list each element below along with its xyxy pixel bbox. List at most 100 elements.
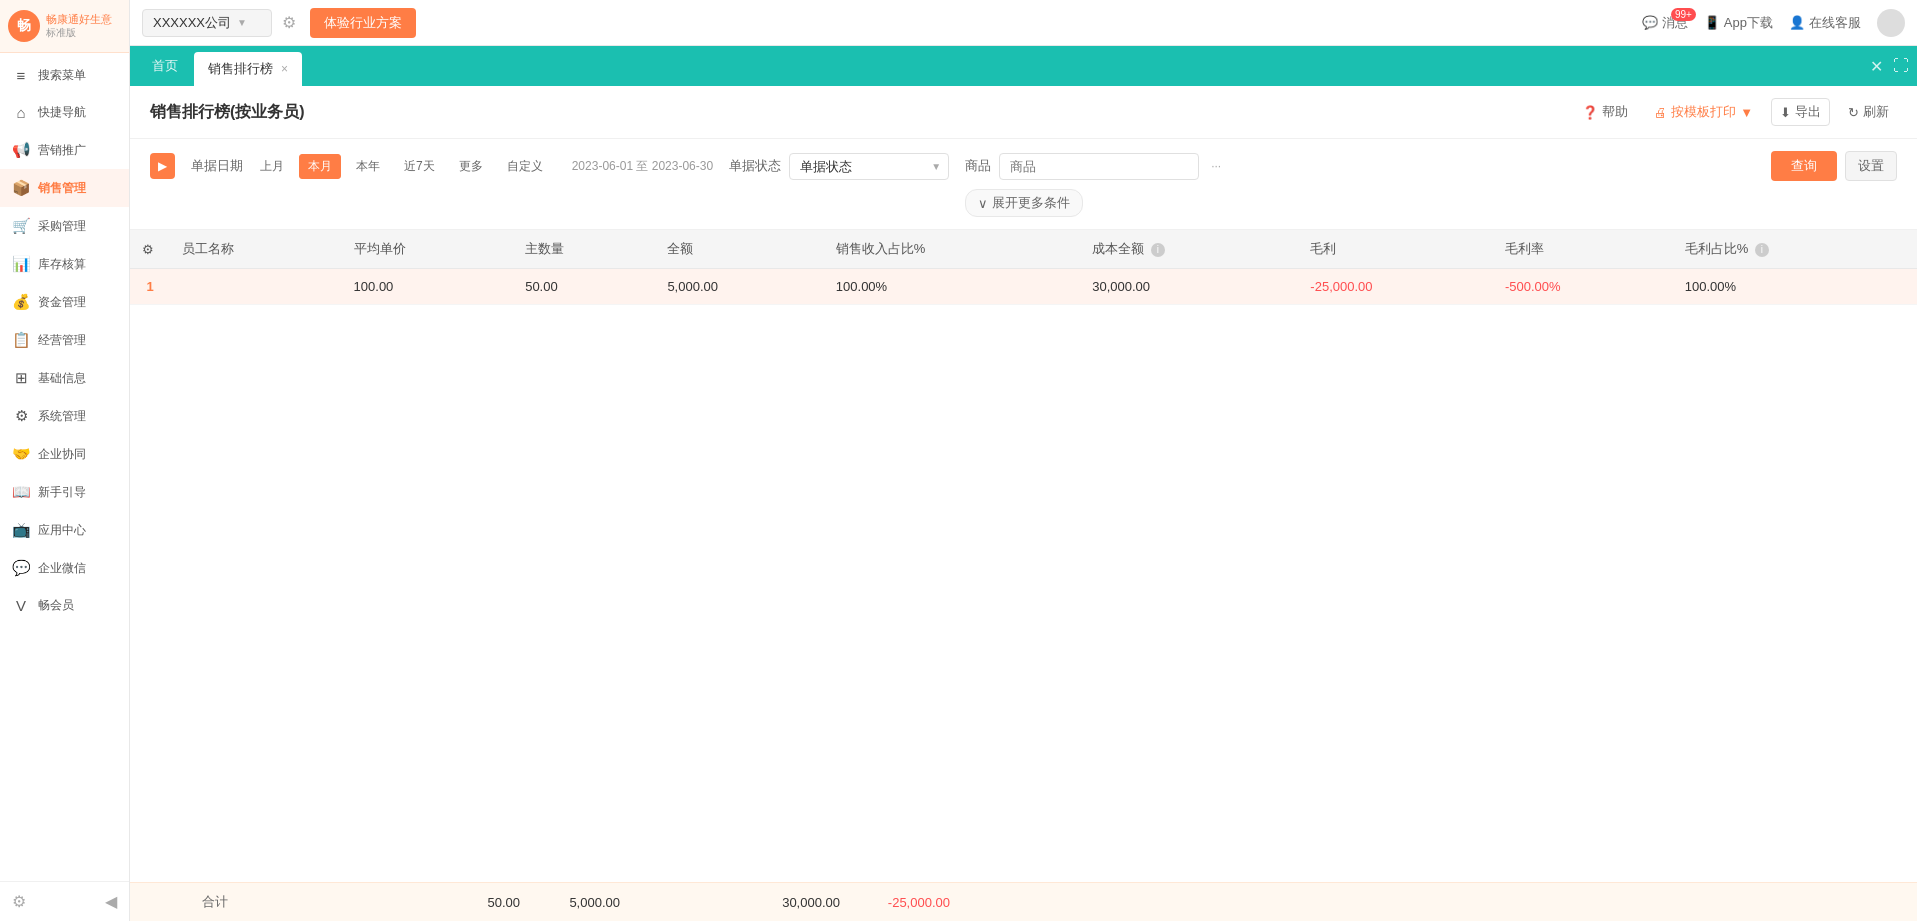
- sidebar-logo: 畅 畅康通好生意 标准版: [0, 0, 129, 53]
- setting-button[interactable]: 设置: [1845, 151, 1897, 181]
- sidebar-item-enterprise[interactable]: 🤝 企业协同: [0, 435, 129, 473]
- expand-more-row: ∨ 展开更多条件: [150, 189, 1897, 217]
- sidebar-item-purchase[interactable]: 🛒 采购管理: [0, 207, 129, 245]
- sidebar-item-marketing[interactable]: 📢 营销推广: [0, 131, 129, 169]
- data-table: ⚙ 员工名称 平均单价 主数量 全额 销售收入占比% 成本全额 i 毛利 毛利率…: [130, 230, 1917, 305]
- refresh-button[interactable]: ↻ 刷新: [1840, 99, 1897, 125]
- company-name: XXXXXX公司: [153, 14, 231, 32]
- filter-area: ▶ 单据日期 上月 本月 本年 近7天 更多 自定义 2023-06-01 至 …: [130, 139, 1917, 230]
- sidebar-label-newbie: 新手引导: [38, 484, 86, 501]
- cell-gross-rate: -500.00%: [1493, 269, 1673, 305]
- table-row: 1 100.00 50.00 5,000.00 100.00% 30,000.0…: [130, 269, 1917, 305]
- sidebar-item-search[interactable]: ≡ 搜索菜单: [0, 57, 129, 94]
- tabbar-controls: ✕ ⛶: [1870, 57, 1909, 76]
- sidebar-item-inventory[interactable]: 📊 库存核算: [0, 245, 129, 283]
- sidebar-label-enterprise: 企业协同: [38, 446, 86, 463]
- status-select[interactable]: 单据状态: [789, 153, 949, 180]
- sidebar-item-quicknav[interactable]: ⌂ 快捷导航: [0, 94, 129, 131]
- sales-icon: 📦: [12, 179, 30, 197]
- sidebar-item-appcenter[interactable]: 📺 应用中心: [0, 511, 129, 549]
- sidebar-item-operation[interactable]: 📋 经营管理: [0, 321, 129, 359]
- tab-maximize-icon[interactable]: ⛶: [1893, 57, 1909, 75]
- logo-icon: 畅: [8, 10, 40, 42]
- footer-gross: -25,000.00: [852, 895, 962, 910]
- sidebar-label-marketing: 营销推广: [38, 142, 86, 159]
- app-download-button[interactable]: 📱 App下载: [1704, 14, 1773, 32]
- company-selector[interactable]: XXXXXX公司 ▼: [142, 9, 272, 37]
- cost-info-icon[interactable]: i: [1151, 243, 1165, 257]
- app-icon: 📱: [1704, 15, 1720, 30]
- th-name: 员工名称: [170, 230, 342, 269]
- th-settings: ⚙: [130, 230, 170, 269]
- cell-gross-pct: 100.00%: [1673, 269, 1917, 305]
- filter-row: ▶ 单据日期 上月 本月 本年 近7天 更多 自定义 2023-06-01 至 …: [150, 151, 1897, 181]
- date-btn-this-month[interactable]: 本月: [299, 154, 341, 179]
- template-print-button[interactable]: 🖨 按模板打印 ▼: [1646, 99, 1761, 125]
- gross-pct-info-icon[interactable]: i: [1755, 243, 1769, 257]
- tab-close-icon[interactable]: ×: [281, 62, 288, 76]
- print-label: 按模板打印: [1671, 103, 1736, 121]
- sidebar-bottom: ⚙ ◀: [0, 881, 129, 921]
- date-btn-this-year[interactable]: 本年: [347, 154, 389, 179]
- date-btn-custom[interactable]: 自定义: [498, 154, 552, 179]
- sidebar-item-wechat[interactable]: 💬 企业微信: [0, 549, 129, 587]
- th-gross-pct: 毛利占比% i: [1673, 230, 1917, 269]
- service-label: 在线客服: [1809, 14, 1861, 32]
- date-range-display: 2023-06-01 至 2023-06-30: [572, 158, 713, 175]
- filter-expand-icon[interactable]: ▶: [150, 153, 175, 179]
- expand-more-button[interactable]: ∨ 展开更多条件: [965, 189, 1083, 217]
- date-btn-more[interactable]: 更多: [450, 154, 492, 179]
- sidebar-item-sales[interactable]: 📦 销售管理: [0, 169, 129, 207]
- footer-qty: 50.00: [452, 895, 532, 910]
- more-fields-icon[interactable]: ···: [1211, 159, 1221, 173]
- sidebar-items: ≡ 搜索菜单 ⌂ 快捷导航 📢 营销推广 📦 销售管理 🛒 采购管理 📊 库存核…: [0, 53, 129, 881]
- th-amount: 全额: [655, 230, 823, 269]
- date-btn-last-month[interactable]: 上月: [251, 154, 293, 179]
- settings-bottom-icon[interactable]: ⚙: [12, 892, 26, 911]
- th-avg-price: 平均单价: [342, 230, 514, 269]
- tab-close-window-icon[interactable]: ✕: [1870, 57, 1883, 76]
- date-btn-7days[interactable]: 近7天: [395, 154, 444, 179]
- collapse-icon[interactable]: ◀: [105, 892, 117, 911]
- tab-sales-ranking[interactable]: 销售排行榜 ×: [194, 52, 302, 86]
- sidebar-item-member[interactable]: V 畅会员: [0, 587, 129, 624]
- sidebar-label-purchase: 采购管理: [38, 218, 86, 235]
- query-button[interactable]: 查询: [1771, 151, 1837, 181]
- sidebar-item-basic[interactable]: ⊞ 基础信息: [0, 359, 129, 397]
- cell-avg-price: 100.00: [342, 269, 514, 305]
- sidebar-label-wechat: 企业微信: [38, 560, 86, 577]
- sidebar-label-basic: 基础信息: [38, 370, 86, 387]
- table-footer: 合计 50.00 5,000.00 30,000.00 -25,000.00: [130, 882, 1917, 921]
- help-button[interactable]: ❓ 帮助: [1574, 99, 1636, 125]
- export-button[interactable]: ⬇ 导出: [1771, 98, 1830, 126]
- goods-input[interactable]: [999, 153, 1199, 180]
- user-avatar[interactable]: [1877, 9, 1905, 37]
- tab-home[interactable]: 首页: [138, 46, 192, 86]
- filter-actions: 查询 设置: [1771, 151, 1897, 181]
- message-button[interactable]: 💬 消息 99+: [1642, 14, 1688, 32]
- status-filter: 单据状态 单据状态: [729, 153, 949, 180]
- logo-text: 畅康通好生意: [46, 12, 112, 26]
- appcenter-icon: 📺: [12, 521, 30, 539]
- sidebar-item-finance[interactable]: 💰 资金管理: [0, 283, 129, 321]
- goods-label: 商品: [965, 157, 991, 175]
- th-sales-pct: 销售收入占比%: [824, 230, 1080, 269]
- help-icon: ❓: [1582, 105, 1598, 120]
- sidebar: 畅 畅康通好生意 标准版 ≡ 搜索菜单 ⌂ 快捷导航 📢 营销推广 📦 销售管理…: [0, 0, 130, 921]
- cell-rank: 1: [130, 269, 170, 305]
- system-icon: ⚙: [12, 407, 30, 425]
- online-service-button[interactable]: 👤 在线客服: [1789, 14, 1861, 32]
- status-select-wrapper: 单据状态: [789, 153, 949, 180]
- footer-cost: 30,000.00: [752, 895, 852, 910]
- message-badge: 99+: [1671, 8, 1696, 21]
- sidebar-item-newbie[interactable]: 📖 新手引导: [0, 473, 129, 511]
- footer-amount: 5,000.00: [532, 895, 632, 910]
- trial-button[interactable]: 体验行业方案: [310, 8, 416, 38]
- sidebar-label-inventory: 库存核算: [38, 256, 86, 273]
- sidebar-label-operation: 经营管理: [38, 332, 86, 349]
- topbar-settings-icon[interactable]: ⚙: [282, 13, 296, 32]
- chevron-down-expand-icon: ∨: [978, 196, 988, 211]
- basic-icon: ⊞: [12, 369, 30, 387]
- logo-sub: 标准版: [46, 26, 112, 40]
- sidebar-item-system[interactable]: ⚙ 系统管理: [0, 397, 129, 435]
